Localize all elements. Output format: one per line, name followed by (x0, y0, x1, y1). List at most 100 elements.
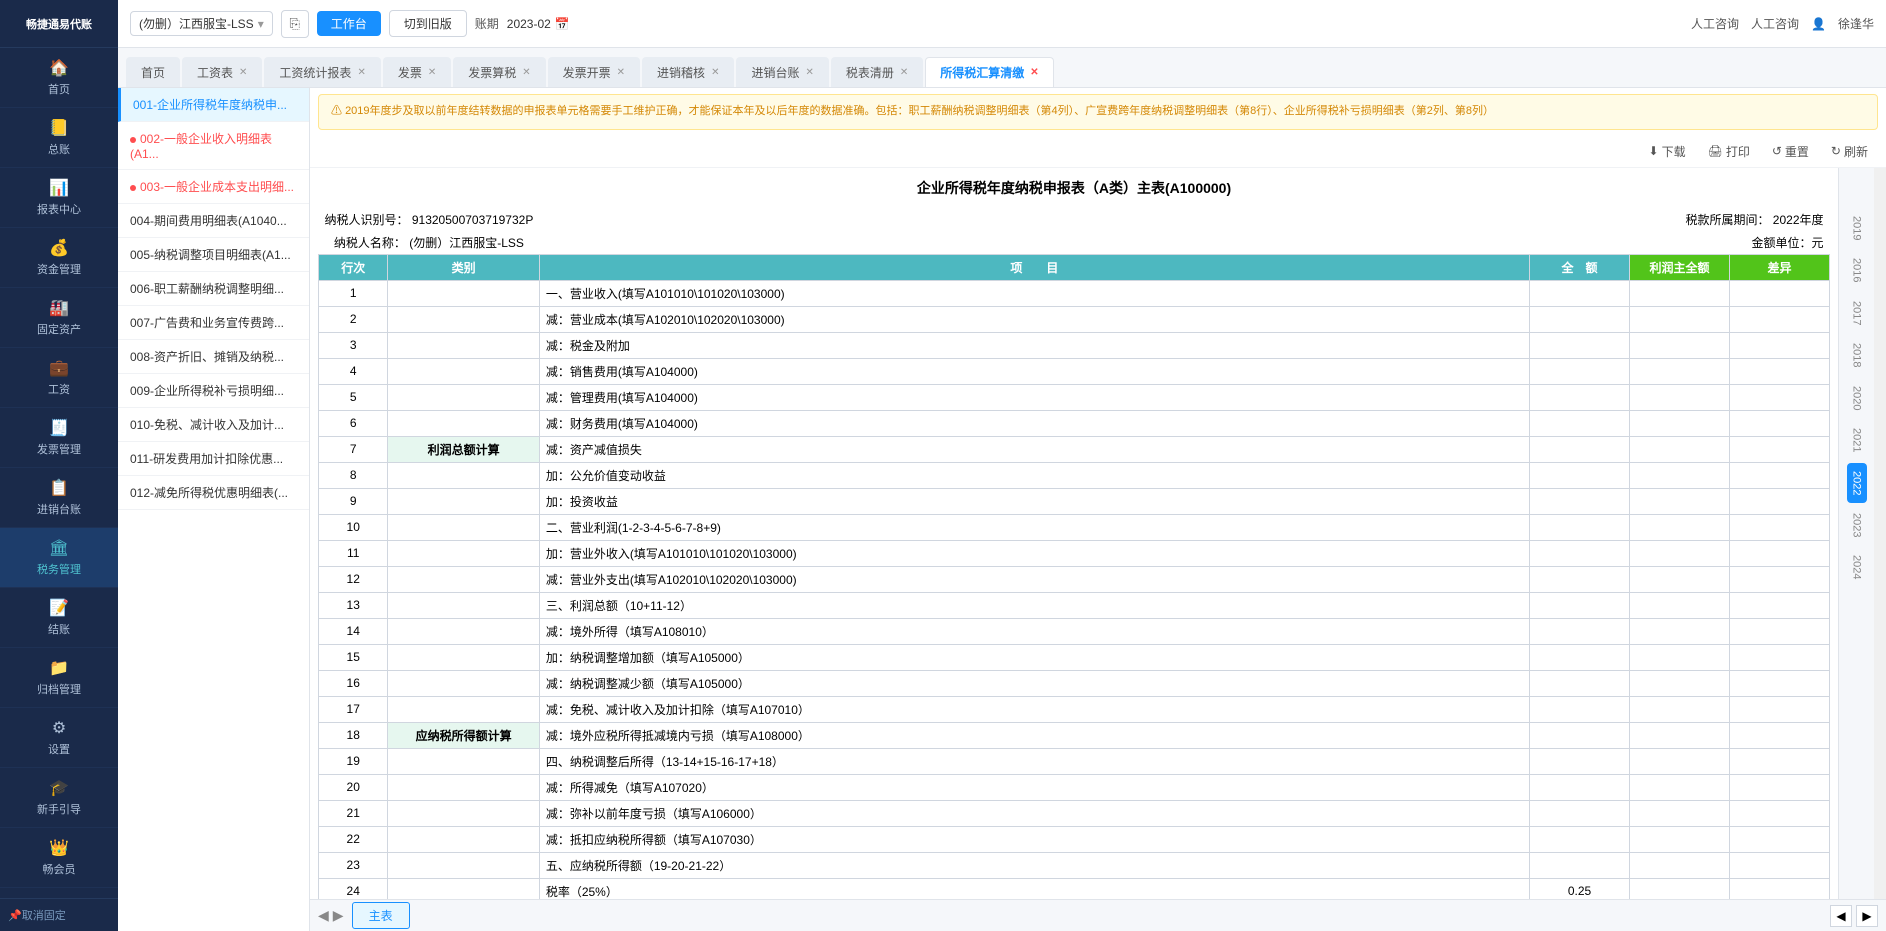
row-amount[interactable] (1530, 540, 1630, 566)
copy-icon-btn[interactable]: ⎘ (281, 10, 309, 38)
close-icon[interactable]: ✕ (617, 67, 625, 78)
row-diff[interactable] (1730, 878, 1830, 899)
sidebar-item-新手引导[interactable]: 🎓新手引导 (0, 768, 118, 828)
row-diff[interactable] (1730, 592, 1830, 618)
row-profit[interactable] (1630, 358, 1730, 384)
row-profit[interactable] (1630, 410, 1730, 436)
switch-version-button[interactable]: 切到旧版 (389, 10, 467, 37)
left-panel-item-007[interactable]: 007-广告费和业务宣传费跨... (118, 306, 309, 340)
year-item-2024[interactable]: 2024 (1847, 547, 1867, 587)
row-diff[interactable] (1730, 748, 1830, 774)
row-amount[interactable] (1530, 488, 1630, 514)
close-icon[interactable]: ✕ (357, 67, 365, 78)
row-diff[interactable] (1730, 852, 1830, 878)
nav-tab-首页[interactable]: 首页 (126, 57, 180, 87)
left-panel-item-011[interactable]: 011-研发费用加计扣除优惠... (118, 442, 309, 476)
row-profit[interactable] (1630, 488, 1730, 514)
sidebar-item-固定资产[interactable]: 🏭固定资产 (0, 288, 118, 348)
ai-consult[interactable]: 人工咨询 (1691, 15, 1739, 32)
ai-consult-label[interactable]: 人工咨询 (1751, 15, 1799, 32)
row-profit[interactable] (1630, 696, 1730, 722)
row-amount[interactable] (1530, 306, 1630, 332)
row-diff[interactable] (1730, 384, 1830, 410)
row-profit[interactable] (1630, 644, 1730, 670)
row-diff[interactable] (1730, 644, 1830, 670)
left-panel-item-004[interactable]: 004-期间费用明细表(A1040... (118, 204, 309, 238)
row-amount[interactable]: 0.25 (1530, 878, 1630, 899)
nav-tab-工资统计报表[interactable]: 工资统计报表✕ (264, 57, 380, 87)
row-amount[interactable] (1530, 332, 1630, 358)
left-panel-item-009[interactable]: 009-企业所得税补亏损明细... (118, 374, 309, 408)
sidebar-item-进销台账[interactable]: 📋进销台账 (0, 468, 118, 528)
row-profit[interactable] (1630, 722, 1730, 748)
row-profit[interactable] (1630, 670, 1730, 696)
row-profit[interactable] (1630, 618, 1730, 644)
year-item-2021[interactable]: 2021 (1847, 420, 1867, 460)
row-diff[interactable] (1730, 306, 1830, 332)
row-diff[interactable] (1730, 540, 1830, 566)
row-diff[interactable] (1730, 618, 1830, 644)
year-item-2016[interactable]: 2016 (1847, 250, 1867, 290)
nav-tab-所得税汇算清缴[interactable]: 所得税汇算清缴✕ (925, 57, 1053, 87)
row-profit[interactable] (1630, 748, 1730, 774)
year-item-2017[interactable]: 2017 (1847, 293, 1867, 333)
row-profit[interactable] (1630, 800, 1730, 826)
username[interactable]: 徐逢华 (1838, 15, 1874, 32)
row-diff[interactable] (1730, 774, 1830, 800)
nav-tab-税表清册[interactable]: 税表清册✕ (831, 57, 923, 87)
refresh-button[interactable]: ↻ 刷新 (1825, 140, 1874, 163)
reset-button[interactable]: ↺ 重置 (1766, 140, 1815, 163)
row-diff[interactable] (1730, 280, 1830, 306)
close-icon[interactable]: ✕ (522, 67, 530, 78)
row-amount[interactable] (1530, 800, 1630, 826)
close-icon[interactable]: ✕ (900, 67, 908, 78)
row-diff[interactable] (1730, 514, 1830, 540)
close-icon[interactable]: ✕ (805, 67, 813, 78)
row-amount[interactable] (1530, 384, 1630, 410)
sidebar-item-归档管理[interactable]: 📁归档管理 (0, 648, 118, 708)
row-amount[interactable] (1530, 852, 1630, 878)
sidebar-item-设置[interactable]: ⚙设置 (0, 708, 118, 768)
row-diff[interactable] (1730, 566, 1830, 592)
row-amount[interactable] (1530, 670, 1630, 696)
row-diff[interactable] (1730, 722, 1830, 748)
row-diff[interactable] (1730, 488, 1830, 514)
nav-tab-工资表[interactable]: 工资表✕ (182, 57, 262, 87)
row-profit[interactable] (1630, 436, 1730, 462)
row-amount[interactable] (1530, 410, 1630, 436)
row-profit[interactable] (1630, 852, 1730, 878)
sidebar-item-畅会员[interactable]: 👑畅会员 (0, 828, 118, 888)
prev-sheet-arrow[interactable]: ◀ (318, 907, 329, 924)
row-diff[interactable] (1730, 358, 1830, 384)
year-item-2018[interactable]: 2018 (1847, 335, 1867, 375)
row-profit[interactable] (1630, 384, 1730, 410)
sidebar-item-资金管理[interactable]: 💰资金管理 (0, 228, 118, 288)
row-profit[interactable] (1630, 462, 1730, 488)
row-profit[interactable] (1630, 592, 1730, 618)
sidebar-item-首页[interactable]: 🏠首页 (0, 48, 118, 108)
row-amount[interactable] (1530, 644, 1630, 670)
row-diff[interactable] (1730, 332, 1830, 358)
nav-tab-进销台账[interactable]: 进销台账✕ (736, 57, 828, 87)
row-diff[interactable] (1730, 696, 1830, 722)
sidebar-item-发票管理[interactable]: 🧾发票管理 (0, 408, 118, 468)
workbench-button[interactable]: 工作台 (317, 11, 381, 36)
row-diff[interactable] (1730, 826, 1830, 852)
left-panel-item-002[interactable]: 002-一般企业收入明细表(A1... (118, 122, 309, 170)
row-diff[interactable] (1730, 670, 1830, 696)
row-profit[interactable] (1630, 280, 1730, 306)
row-profit[interactable] (1630, 826, 1730, 852)
row-amount[interactable] (1530, 748, 1630, 774)
sheet-scroll-right[interactable]: ▶ (1856, 905, 1878, 927)
left-panel-item-008[interactable]: 008-资产折旧、摊销及纳税... (118, 340, 309, 374)
company-selector[interactable]: (勿删）江西服宝-LSS ▾ (130, 11, 273, 36)
row-profit[interactable] (1630, 774, 1730, 800)
close-icon[interactable]: ✕ (1030, 67, 1038, 78)
left-panel-item-001[interactable]: 001-企业所得税年度纳税申... (118, 88, 309, 122)
sidebar-item-工资[interactable]: 💼工资 (0, 348, 118, 408)
row-diff[interactable] (1730, 462, 1830, 488)
row-amount[interactable] (1530, 566, 1630, 592)
row-profit[interactable] (1630, 878, 1730, 899)
row-amount[interactable] (1530, 826, 1630, 852)
row-diff[interactable] (1730, 800, 1830, 826)
